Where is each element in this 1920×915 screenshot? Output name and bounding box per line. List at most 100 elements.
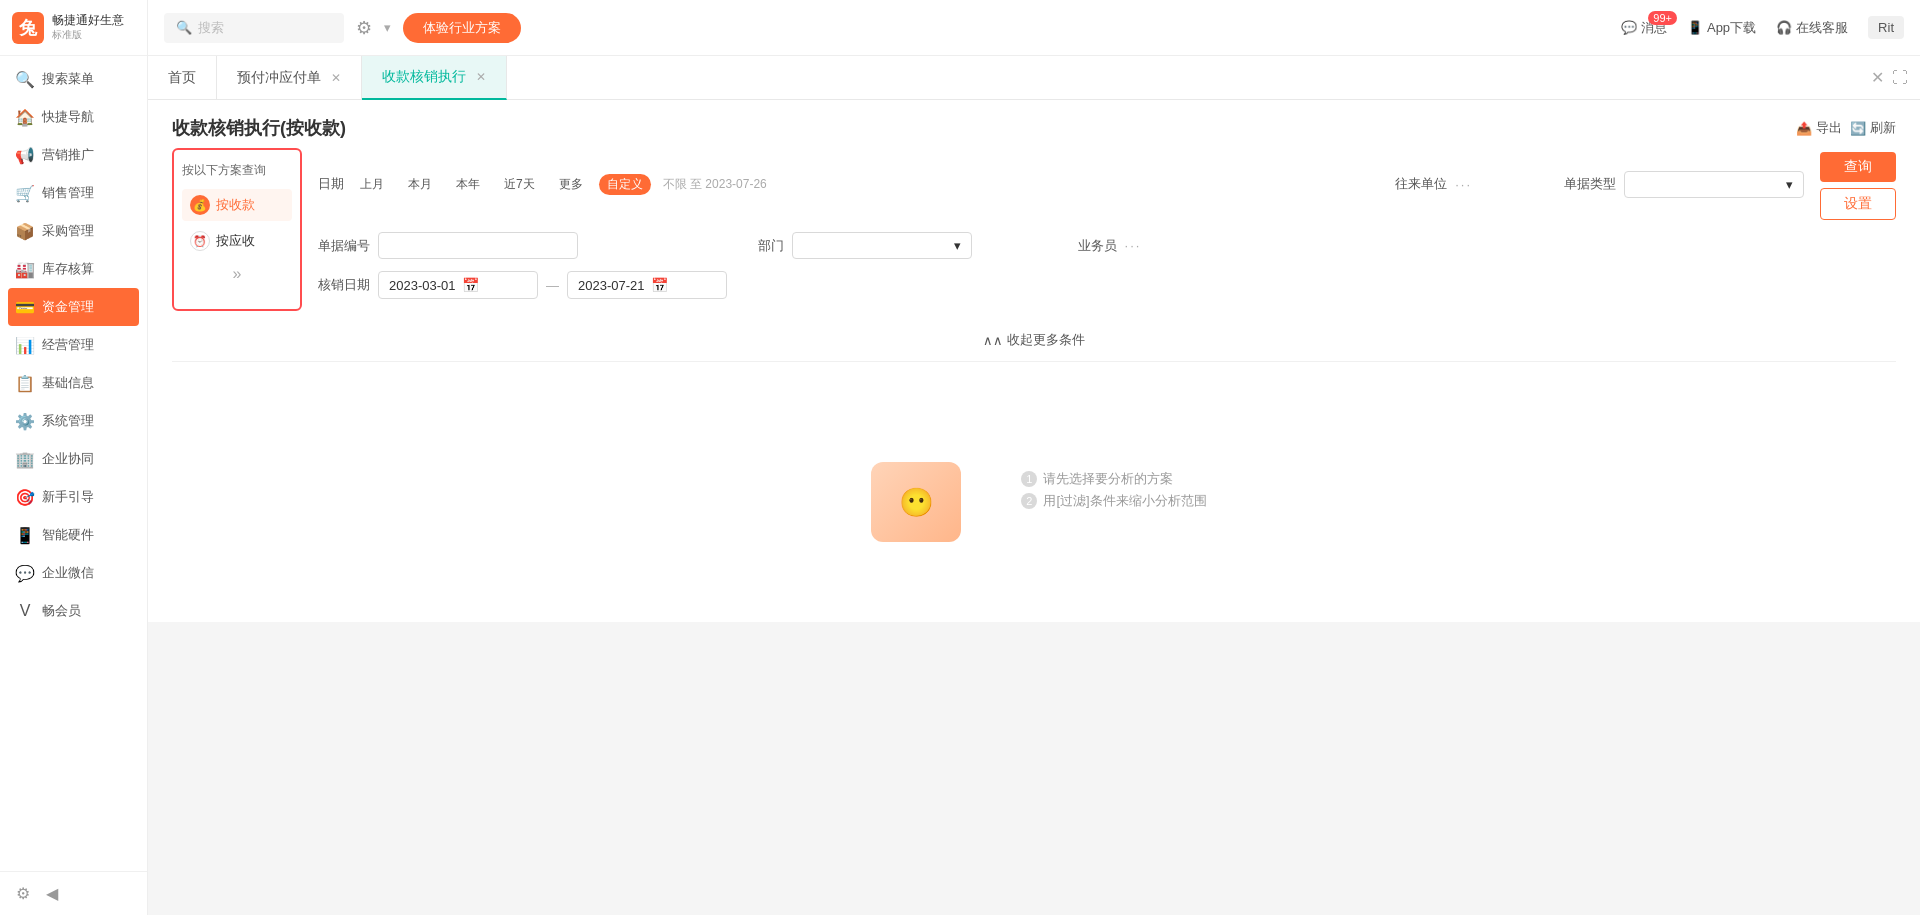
collapse-more-row[interactable]: ∧∧ 收起更多条件 bbox=[148, 327, 1920, 361]
trading-partner-label: 往来单位 bbox=[1395, 175, 1447, 193]
receipt-option-icon: 💰 bbox=[190, 195, 210, 215]
nav-label-5: 库存核算 bbox=[42, 260, 94, 278]
date-filter-field: 日期 上月 本月 本年 近7天 更多 自定义 不限 至 bbox=[318, 174, 767, 195]
date-this-month[interactable]: 本月 bbox=[400, 174, 440, 195]
nav-icon-13: 💬 bbox=[16, 564, 34, 582]
header-gear-icon[interactable]: ⚙ bbox=[356, 17, 372, 39]
headset-icon: 🎧 bbox=[1776, 20, 1792, 35]
app-download-label: App下载 bbox=[1707, 19, 1756, 37]
filter-collapse-button[interactable]: » bbox=[182, 265, 292, 283]
header-search[interactable]: 🔍 搜索 bbox=[164, 13, 344, 43]
nav-icon-14: V bbox=[16, 602, 34, 620]
refresh-button[interactable]: 🔄 刷新 bbox=[1850, 119, 1896, 137]
nav-label-1: 快捷导航 bbox=[42, 108, 94, 126]
online-service-label: 在线客服 bbox=[1796, 19, 1848, 37]
tab-home[interactable]: 首页 bbox=[148, 56, 217, 100]
filter-row-2: 单据编号 部门 ▾ 业 bbox=[318, 232, 1896, 259]
date-last-month[interactable]: 上月 bbox=[352, 174, 392, 195]
receivable-option-label: 按应收 bbox=[216, 232, 255, 250]
tab-home-label: 首页 bbox=[168, 69, 196, 87]
query-button[interactable]: 查询 bbox=[1820, 152, 1896, 182]
nav-label-7: 经营管理 bbox=[42, 336, 94, 354]
online-service-button[interactable]: 🎧 在线客服 bbox=[1776, 19, 1848, 37]
date-custom-tag[interactable]: 自定义 bbox=[599, 174, 651, 195]
receipt-option-label: 按收款 bbox=[216, 196, 255, 214]
search-icon: 🔍 bbox=[176, 20, 192, 35]
sidebar-item-系统管理[interactable]: ⚙️系统管理 bbox=[0, 402, 147, 440]
page-inner: 收款核销执行(按收款) 📤 导出 🔄 刷新 按以下方案查询 bbox=[148, 100, 1920, 622]
trading-partner-dots[interactable]: ··· bbox=[1455, 177, 1472, 192]
date-last-7-days[interactable]: 近7天 bbox=[496, 174, 543, 195]
tab-collection-close[interactable]: ✕ bbox=[476, 70, 486, 84]
close-tab-icon[interactable]: ✕ bbox=[1871, 68, 1884, 87]
sidebar-item-畅会员[interactable]: V 畅会员 bbox=[0, 592, 147, 630]
filter-option-by-receivable[interactable]: ⏰ 按应收 bbox=[182, 225, 292, 257]
page-title: 收款核销执行(按收款) bbox=[172, 116, 346, 140]
tab-collection-label: 收款核销执行 bbox=[382, 68, 466, 86]
tab-prepay-close[interactable]: ✕ bbox=[331, 71, 341, 85]
order-type-chevron: ▾ bbox=[1786, 177, 1793, 192]
sidebar-item-快捷导航[interactable]: 🏠快捷导航 bbox=[0, 98, 147, 136]
tip-num-2: 2 bbox=[1021, 493, 1037, 509]
sidebar-item-采购管理[interactable]: 📦采购管理 bbox=[0, 212, 147, 250]
sidebar-item-企业微信[interactable]: 💬 企业微信 bbox=[0, 554, 147, 592]
order-type-select[interactable]: ▾ bbox=[1624, 171, 1804, 198]
filter-option-by-receipt[interactable]: 💰 按收款 bbox=[182, 189, 292, 221]
filter-type-panel: 按以下方案查询 💰 按收款 ⏰ 按应收 » bbox=[172, 148, 302, 311]
sidebar-item-资金管理[interactable]: 💳资金管理 bbox=[8, 288, 139, 326]
sidebar-item-库存核算[interactable]: 🏭库存核算 bbox=[0, 250, 147, 288]
settings-button[interactable]: 设置 bbox=[1820, 188, 1896, 220]
verify-date-start-input[interactable]: 2023-03-01 📅 bbox=[378, 271, 538, 299]
app-name: 畅捷通好生意 bbox=[52, 13, 124, 29]
tab-collection[interactable]: 收款核销执行 ✕ bbox=[362, 56, 507, 100]
sidebar-item-经营管理[interactable]: 📊经营管理 bbox=[0, 326, 147, 364]
settings-icon[interactable]: ⚙ bbox=[16, 884, 30, 903]
query-buttons: 查询 设置 bbox=[1820, 152, 1896, 220]
nav-icon-12: 📱 bbox=[16, 526, 34, 544]
sidebar-item-新手引导[interactable]: 🎯新手引导 bbox=[0, 478, 147, 516]
department-select[interactable]: ▾ bbox=[792, 232, 972, 259]
export-icon: 📤 bbox=[1796, 121, 1812, 136]
app-download-button[interactable]: 📱 App下载 bbox=[1687, 19, 1756, 37]
nav-label-13: 企业微信 bbox=[42, 564, 94, 582]
nav-icon-11: 🎯 bbox=[16, 488, 34, 506]
sidebar-item-销售管理[interactable]: 🛒销售管理 bbox=[0, 174, 147, 212]
salesperson-dots[interactable]: ··· bbox=[1125, 238, 1142, 253]
date-label: 日期 bbox=[318, 175, 344, 193]
tip-2-text: 用[过滤]条件来缩小分析范围 bbox=[1043, 492, 1206, 510]
export-button[interactable]: 📤 导出 bbox=[1796, 119, 1842, 137]
user-button[interactable]: Rit bbox=[1868, 16, 1904, 39]
sidebar-item-企业协同[interactable]: 🏢企业协同 bbox=[0, 440, 147, 478]
solution-button[interactable]: 体验行业方案 bbox=[403, 13, 521, 43]
refresh-label: 刷新 bbox=[1870, 119, 1896, 137]
nav-label-14: 畅会员 bbox=[42, 602, 81, 620]
nav-label-4: 采购管理 bbox=[42, 222, 94, 240]
sidebar-bottom: ⚙ ◀ bbox=[0, 871, 147, 915]
sidebar-item-基础信息[interactable]: 📋基础信息 bbox=[0, 364, 147, 402]
nav-label-12: 智能硬件 bbox=[42, 526, 94, 544]
filter-panel-title: 按以下方案查询 bbox=[182, 162, 292, 179]
nav-label-0: 搜索菜单 bbox=[42, 70, 94, 88]
mobile-icon: 📱 bbox=[1687, 20, 1703, 35]
message-button[interactable]: 💬 消息 99+ bbox=[1621, 19, 1667, 37]
date-this-year[interactable]: 本年 bbox=[448, 174, 488, 195]
tip-num-1: 1 bbox=[1021, 471, 1037, 487]
nav-icon-6: 💳 bbox=[16, 298, 34, 316]
header-dropdown-icon[interactable]: ▾ bbox=[384, 20, 391, 35]
verify-date-end-input[interactable]: 2023-07-21 📅 bbox=[567, 271, 727, 299]
date-more[interactable]: 更多 bbox=[551, 174, 591, 195]
collapse-up-icon: ∧∧ bbox=[983, 333, 1003, 348]
main-area: 🔍 搜索 ⚙ ▾ 体验行业方案 💬 消息 99+ 📱 App下载 🎧 在线客服 … bbox=[148, 0, 1920, 915]
sidebar-item-搜索菜单[interactable]: 🔍搜索菜单 bbox=[0, 60, 147, 98]
tab-prepay[interactable]: 预付冲应付单 ✕ bbox=[217, 56, 362, 100]
tip-1-text: 请先选择要分析的方案 bbox=[1043, 470, 1173, 488]
receivable-option-icon: ⏰ bbox=[190, 231, 210, 251]
tab-prepay-label: 预付冲应付单 bbox=[237, 69, 321, 87]
maximize-tab-icon[interactable]: ⛶ bbox=[1892, 69, 1908, 87]
sidebar-item-智能硬件[interactable]: 📱 智能硬件 bbox=[0, 516, 147, 554]
collapse-sidebar-icon[interactable]: ◀ bbox=[46, 884, 58, 903]
order-no-input[interactable] bbox=[378, 232, 578, 259]
sidebar-item-营销推广[interactable]: 📢营销推广 bbox=[0, 136, 147, 174]
empty-box-illustration: 😶 bbox=[871, 462, 961, 542]
order-type-label: 单据类型 bbox=[1564, 175, 1616, 193]
